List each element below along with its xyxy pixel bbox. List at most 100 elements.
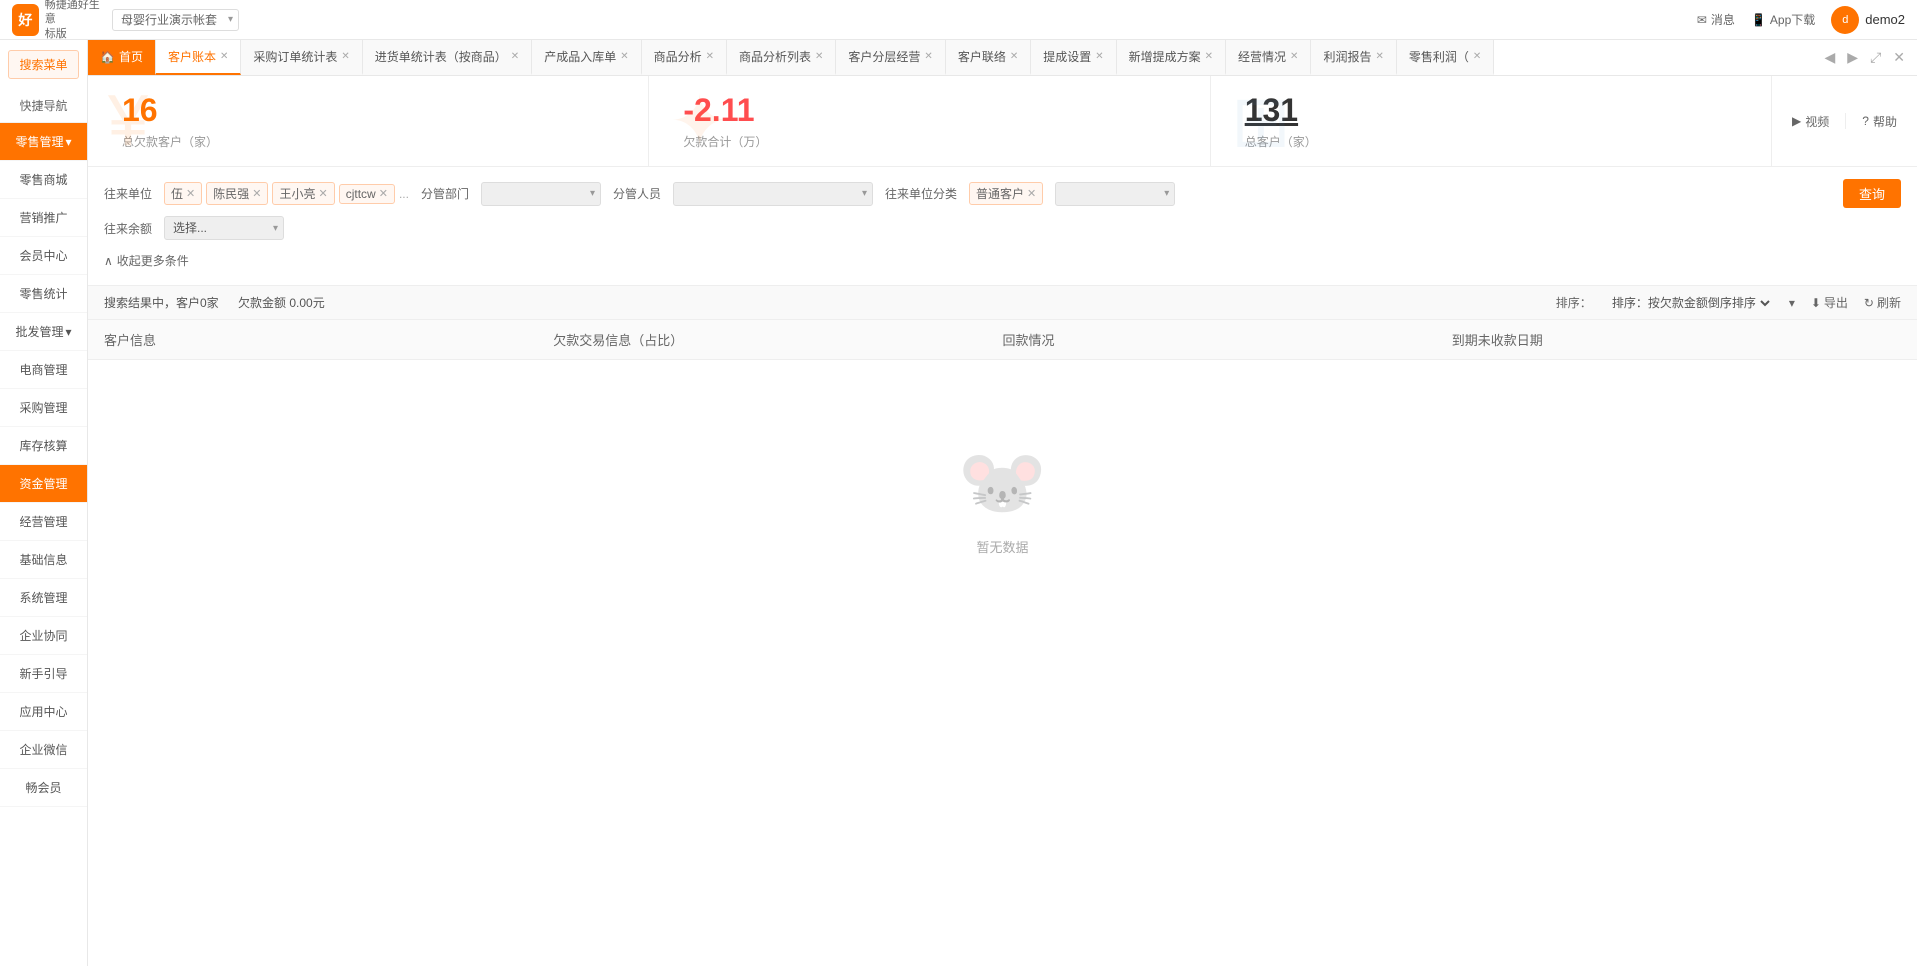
tabs-prev-button[interactable]: ◀ <box>1821 47 1840 68</box>
tab-close-customer-segment[interactable]: ✕ <box>924 51 932 62</box>
result-info: 搜索结果中，客户0家 欠款金额 0.00元 <box>104 294 325 311</box>
tenant-select[interactable]: 母婴行业演示帐套 <box>112 9 239 31</box>
sidebar-item-purchase-mgmt[interactable]: 采购管理 <box>0 389 87 427</box>
sidebar-item-basic-info[interactable]: 基础信息 <box>0 541 87 579</box>
unit-class-select-wrapper <box>1055 182 1175 206</box>
dept-select[interactable] <box>481 182 601 206</box>
unit-tag-cjttcw-close[interactable]: ✕ <box>379 187 388 200</box>
tab-profit-report[interactable]: 利润报告 ✕ <box>1311 40 1396 75</box>
tab-close-customer-contact[interactable]: ✕ <box>1010 51 1018 62</box>
dept-label: 分管部门 <box>421 185 469 202</box>
sidebar-item-wholesale-mgmt[interactable]: 批发管理 ▾ <box>0 313 87 351</box>
person-select[interactable] <box>673 182 873 206</box>
tab-promotion-settings[interactable]: 提成设置 ✕ <box>1031 40 1116 75</box>
sidebar-item-enterprise-wechat[interactable]: 企业微信 <box>0 731 87 769</box>
tab-home[interactable]: 🏠 首页 <box>88 40 156 75</box>
query-button[interactable]: 查询 <box>1843 179 1901 208</box>
help-button[interactable]: ? 帮助 <box>1862 113 1897 130</box>
unit-tag-wang: 王小亮 ✕ <box>272 182 334 205</box>
unit-tag-wang-close[interactable]: ✕ <box>319 187 328 200</box>
sidebar-item-retail-mgmt[interactable]: 零售管理 ▾ <box>0 123 87 161</box>
tab-operations-situation[interactable]: 经营情况 ✕ <box>1226 40 1311 75</box>
chevron-down-icon: ▾ <box>65 135 71 149</box>
tab-purchase-order-stats[interactable]: 采购订单统计表 ✕ <box>241 40 362 75</box>
tab-close-new-promotion-plan[interactable]: ✕ <box>1205 51 1213 62</box>
sidebar: 搜索菜单 快捷导航 零售管理 ▾ 零售商城 营销推广 会员中心 零售统计 批发管… <box>0 40 88 966</box>
unit-class-tags: 普通客户 ✕ <box>969 182 1043 205</box>
unit-label: 往来单位 <box>104 185 152 202</box>
tab-production-inbound[interactable]: 产成品入库单 ✕ <box>532 40 641 75</box>
sidebar-item-capital-mgmt[interactable]: 资金管理 <box>0 465 87 503</box>
tab-close-operations-situation[interactable]: ✕ <box>1290 51 1298 62</box>
tenant-selector[interactable]: 母婴行业演示帐套 <box>112 9 239 31</box>
unit-class-tag-close[interactable]: ✕ <box>1027 187 1036 200</box>
sidebar-item-operations-mgmt[interactable]: 经营管理 <box>0 503 87 541</box>
sidebar-item-retail-stats[interactable]: 零售统计 <box>0 275 87 313</box>
unit-tag-wu-close[interactable]: ✕ <box>186 187 195 200</box>
debt-bg-icon: ✦ <box>669 79 729 163</box>
sort-select[interactable]: 排序：按欠款金额倒序排序 <box>1608 295 1773 311</box>
tab-close-promotion-settings[interactable]: ✕ <box>1095 51 1103 62</box>
refresh-icon: ↻ <box>1864 296 1874 310</box>
stat-actions: ▶ 视频 ? 帮助 <box>1772 76 1917 166</box>
tab-close-retail-profit[interactable]: ✕ <box>1473 51 1481 62</box>
sidebar-item-vip-member[interactable]: 畅会员 <box>0 769 87 807</box>
tabs-controls: ◀ ▶ ⤢ ✕ <box>1813 47 1917 68</box>
search-menu-button[interactable]: 搜索菜单 <box>8 50 79 79</box>
sidebar-item-new-guide[interactable]: 新手引导 <box>0 655 87 693</box>
tab-customer-contact[interactable]: 客户联络 ✕ <box>946 40 1031 75</box>
tab-close-goods-analysis-list[interactable]: ✕ <box>815 51 823 62</box>
customers-bg-icon: ¥ <box>108 80 148 162</box>
unit-class-select[interactable] <box>1055 182 1175 206</box>
sidebar-item-inventory-check[interactable]: 库存核算 <box>0 427 87 465</box>
video-button[interactable]: ▶ 视频 <box>1792 113 1829 130</box>
user-area[interactable]: d demo2 <box>1831 6 1905 34</box>
balance-select[interactable]: 选择... <box>164 216 284 240</box>
tab-purchase-stats-by-goods[interactable]: 进货单统计表（按商品） ✕ <box>363 40 532 75</box>
tab-new-promotion-plan[interactable]: 新增提成方案 ✕ <box>1117 40 1226 75</box>
sidebar-item-retail-mall[interactable]: 零售商城 <box>0 161 87 199</box>
sidebar-item-system-mgmt[interactable]: 系统管理 <box>0 579 87 617</box>
logo-area: 好 畅捷通好生意 标版 <box>12 0 100 41</box>
tab-customer-segment[interactable]: 客户分层经营 ✕ <box>836 40 945 75</box>
tab-customer-debt[interactable]: 客户账本 ✕ <box>156 40 241 75</box>
tabs-expand-button[interactable]: ⤢ <box>1866 47 1885 68</box>
table-header: 客户信息 欠款交易信息（占比） 回款情况 到期未收款日期 <box>88 320 1917 360</box>
tab-close-goods-analysis[interactable]: ✕ <box>706 51 714 62</box>
tab-retail-profit[interactable]: 零售利润（ ✕ <box>1397 40 1494 75</box>
sidebar-item-app-center[interactable]: 应用中心 <box>0 693 87 731</box>
table-col-customer-info: 客户信息 <box>104 330 553 349</box>
unit-tag-more[interactable]: ... <box>399 187 409 201</box>
tab-goods-analysis[interactable]: 商品分析 ✕ <box>642 40 727 75</box>
refresh-button[interactable]: ↻ 刷新 <box>1864 294 1901 311</box>
tabs-row: 🏠 首页 客户账本 ✕ 采购订单统计表 ✕ 进货单统计表（按商品） ✕ 产成品入… <box>88 40 1917 75</box>
total-bg-icon: ⊞ <box>1231 79 1291 163</box>
tabs-close-all-button[interactable]: ✕ <box>1889 47 1909 68</box>
chevron-down-icon2: ▾ <box>65 325 71 339</box>
message-button[interactable]: ✉ 消息 <box>1697 11 1735 28</box>
sidebar-item-marketing[interactable]: 营销推广 <box>0 199 87 237</box>
stat-debt: ✦ -2.11 欠款合计（万） <box>649 76 1210 166</box>
tab-close-purchase-stats-by-goods[interactable]: ✕ <box>511 51 519 62</box>
sort-icon: ▾ <box>1789 296 1795 310</box>
tab-close-profit-report[interactable]: ✕ <box>1375 51 1383 62</box>
divider <box>1845 113 1846 129</box>
collapse-button[interactable]: ∧ 收起更多条件 <box>104 252 1901 269</box>
tab-close-production-inbound[interactable]: ✕ <box>620 51 628 62</box>
tab-close-customer-debt[interactable]: ✕ <box>220 51 228 62</box>
export-button[interactable]: ⬇ 导出 <box>1811 294 1848 311</box>
sidebar-item-enterprise-coop[interactable]: 企业协同 <box>0 617 87 655</box>
top-bar-right: ✉ 消息 📱 App下载 d demo2 <box>1697 6 1905 34</box>
tab-close-purchase-order-stats[interactable]: ✕ <box>341 51 349 62</box>
unit-tag-chen-close[interactable]: ✕ <box>252 187 261 200</box>
tabs-next-button[interactable]: ▶ <box>1843 47 1862 68</box>
video-icon: ▶ <box>1792 114 1801 128</box>
tab-goods-analysis-list[interactable]: 商品分析列表 ✕ <box>727 40 836 75</box>
app-download-button[interactable]: 📱 App下载 <box>1751 11 1815 28</box>
quick-nav-button[interactable]: 快捷导航 <box>0 89 87 123</box>
person-select-wrapper <box>673 182 873 206</box>
sidebar-item-ecommerce-mgmt[interactable]: 电商管理 <box>0 351 87 389</box>
unit-tags: 伍 ✕ 陈民强 ✕ 王小亮 ✕ cjttcw ✕ ... <box>164 182 409 205</box>
avatar: d <box>1831 6 1859 34</box>
sidebar-item-member-center[interactable]: 会员中心 <box>0 237 87 275</box>
